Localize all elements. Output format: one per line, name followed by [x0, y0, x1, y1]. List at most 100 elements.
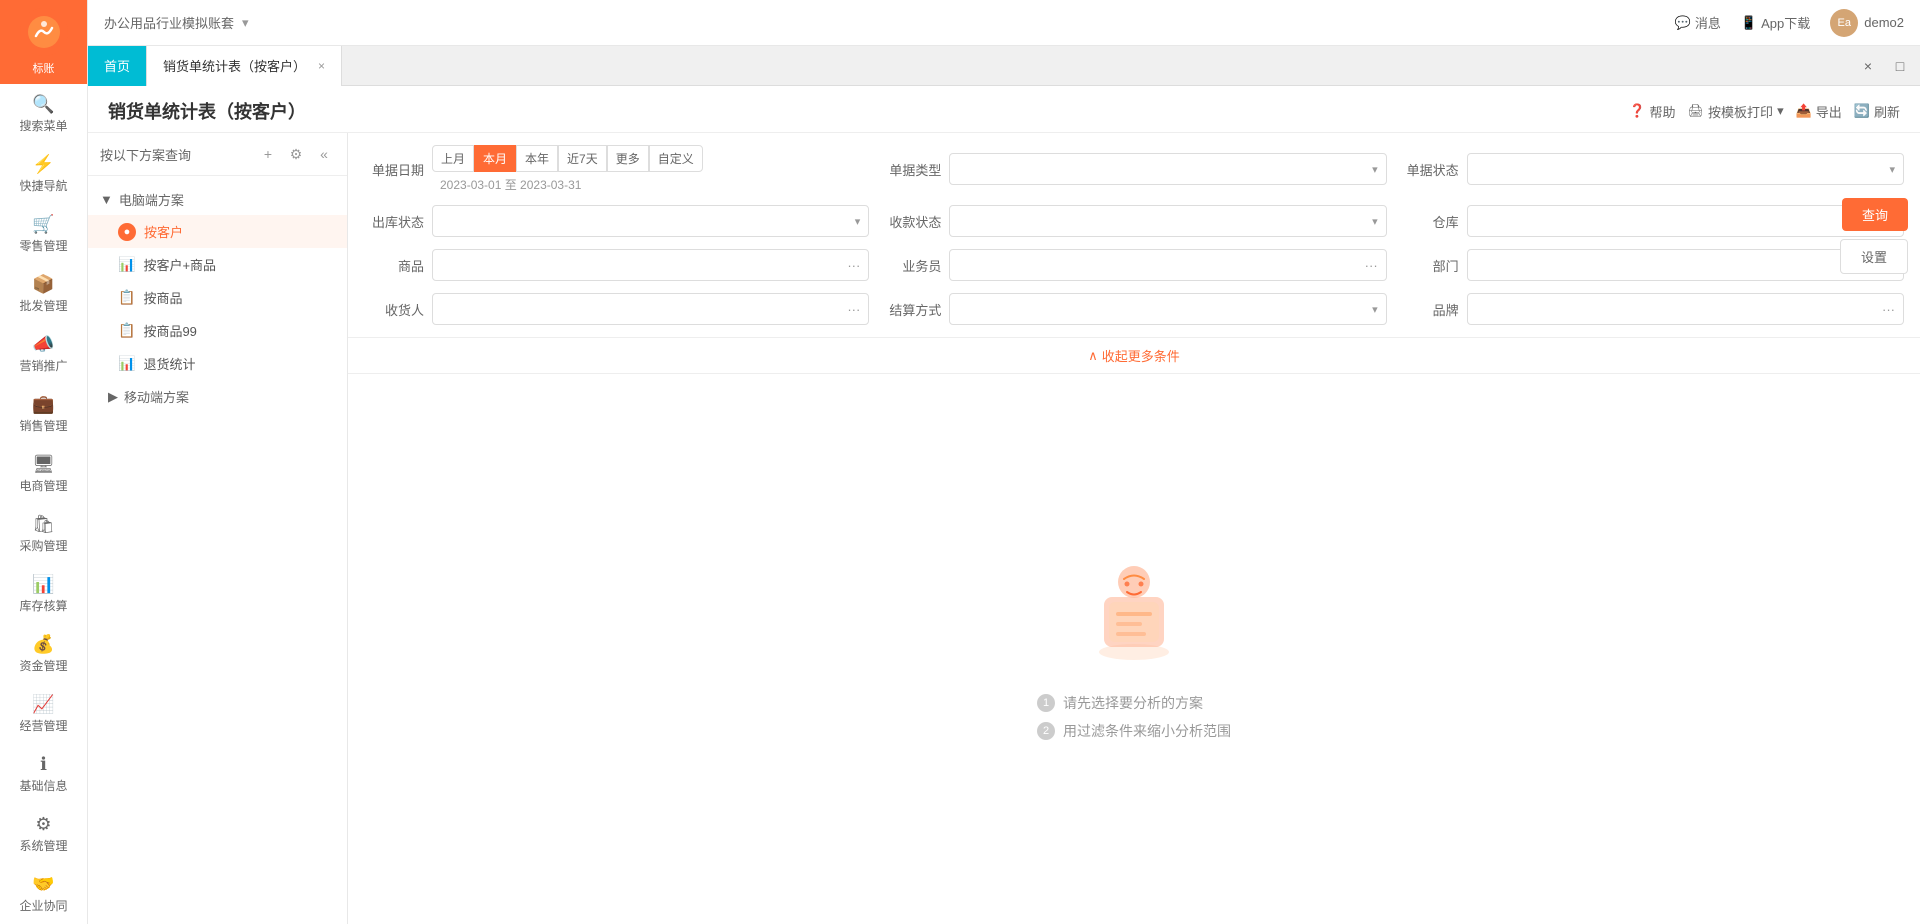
- refresh-icon: 🔄: [1854, 103, 1870, 119]
- by-customer-dot: ●: [118, 223, 136, 241]
- pc-group-header[interactable]: ▼ 电脑端方案: [88, 184, 347, 215]
- staff-input[interactable]: ···: [949, 249, 1386, 281]
- header-title: 办公用品行业模拟账套: [104, 13, 234, 32]
- tree-item-by-goods[interactable]: 📋 按商品: [88, 281, 347, 314]
- message-label: 消息: [1695, 13, 1721, 32]
- period-current-month[interactable]: 本月: [474, 145, 516, 172]
- collapse-icon: «: [320, 146, 328, 162]
- collapse-bar[interactable]: ∧ 收起更多条件: [348, 338, 1920, 374]
- tree-item-by-customer[interactable]: ● 按客户: [88, 215, 347, 248]
- staff-dots: ···: [1365, 258, 1378, 273]
- tree-item-label: 退货统计: [143, 354, 195, 373]
- tree-item-by-goods99[interactable]: 📋 按商品99: [88, 314, 347, 347]
- header-dropdown-btn[interactable]: ▾: [242, 15, 249, 31]
- sidebar-item-management[interactable]: 📈 经营管理: [0, 684, 87, 744]
- sidebar-item-label: 系统管理: [19, 837, 67, 854]
- sidebar-item-label: 基础信息: [19, 777, 67, 794]
- tree-item-by-customer-goods[interactable]: 📊 按客户+商品: [88, 248, 347, 281]
- sidebar-item-retail[interactable]: 🛒 零售管理: [0, 204, 87, 264]
- sidebar-item-wholesale[interactable]: 📦 批发管理: [0, 264, 87, 324]
- message-btn[interactable]: 💬 消息: [1675, 13, 1721, 32]
- sidebar-item-quick-nav[interactable]: ⚡ 快捷导航: [0, 144, 87, 204]
- period-last-7-days[interactable]: 近7天: [558, 145, 607, 172]
- tab-home-label: 首页: [104, 56, 130, 75]
- scheme-settings-btn[interactable]: ⚙: [285, 143, 307, 165]
- help-btn[interactable]: ❓ 帮助: [1629, 102, 1675, 121]
- app-download-btn[interactable]: 📱 App下载: [1741, 13, 1810, 32]
- refresh-btn[interactable]: 🔄 刷新: [1854, 102, 1900, 121]
- period-more[interactable]: 更多: [607, 145, 649, 172]
- template-print-label: 按模板打印: [1708, 102, 1773, 121]
- query-btn[interactable]: 查询: [1842, 198, 1908, 231]
- doc-type-input[interactable]: ▾: [949, 153, 1386, 185]
- app-download-label: App下载: [1761, 13, 1810, 32]
- sidebar-item-label: 库存核算: [19, 597, 67, 614]
- filter-row-1: 单据日期 上月 本月 本年 近7天 更多 自定义: [364, 145, 1904, 193]
- filter-collection-status-cell: 收款状态 ▾: [881, 205, 1386, 237]
- wholesale-icon: 📦: [32, 274, 54, 295]
- sidebar-item-ecommerce[interactable]: 🖥 电商管理: [0, 444, 87, 504]
- filter-receiver-cell: 收货人 ···: [364, 293, 869, 325]
- sidebar-item-label: 搜索菜单: [19, 117, 67, 134]
- tab-maximize-btn[interactable]: □: [1888, 54, 1912, 78]
- sidebar-item-label: 资金管理: [19, 657, 67, 674]
- out-status-input[interactable]: ▾: [432, 205, 869, 237]
- collection-status-label: 收款状态: [881, 212, 941, 231]
- by-goods99-icon: 📋: [118, 322, 135, 339]
- sidebar-item-marketing[interactable]: 📣 营销推广: [0, 324, 87, 384]
- pc-group-label: 电脑端方案: [119, 190, 184, 209]
- filter-section: 单据日期 上月 本月 本年 近7天 更多 自定义: [348, 133, 1920, 338]
- tree-item-label: 按客户: [144, 222, 183, 241]
- sidebar-item-cooperation[interactable]: 🤝 企业协同: [0, 864, 87, 924]
- period-last-month[interactable]: 上月: [432, 145, 474, 172]
- sidebar-item-basic-info[interactable]: ℹ 基础信息: [0, 744, 87, 804]
- date-range-text: 2023-03-01 至 2023-03-31: [440, 176, 869, 193]
- sales-icon: 💼: [32, 394, 54, 415]
- sidebar-item-inventory[interactable]: 📊 库存核算: [0, 564, 87, 624]
- sidebar-nav: 🔍 搜索菜单 ⚡ 快捷导航 🛒 零售管理 📦 批发管理 📣 营销推广 💼 销售管…: [0, 84, 87, 924]
- goods-dots: ···: [847, 258, 860, 273]
- collection-status-input[interactable]: ▾: [949, 205, 1386, 237]
- cooperation-icon: 🤝: [32, 874, 54, 895]
- sidebar-item-label: 销售管理: [19, 417, 67, 434]
- receiver-input[interactable]: ···: [432, 293, 869, 325]
- add-scheme-btn[interactable]: +: [257, 143, 279, 165]
- sidebar-item-system[interactable]: ⚙ 系统管理: [0, 804, 87, 864]
- tab-home[interactable]: 首页: [88, 46, 147, 86]
- tab-bar: 首页 销货单统计表（按客户） × × □: [88, 46, 1920, 86]
- page-actions: ❓ 帮助 🖨 按模板打印 ▾ 📤 导出 🔄 刷新: [1629, 102, 1900, 121]
- sidebar-item-finance[interactable]: 💰 资金管理: [0, 624, 87, 684]
- goods-input[interactable]: ···: [432, 249, 869, 281]
- filter-row-2: 出库状态 ▾ 收款状态 ▾: [364, 205, 1904, 237]
- sidebar-item-label: 批发管理: [19, 297, 67, 314]
- logo-icon: [20, 8, 68, 56]
- finance-icon: 💰: [32, 634, 54, 655]
- warehouse-label: 仓库: [1399, 212, 1459, 231]
- template-print-btn[interactable]: 🖨 按模板打印 ▾: [1688, 102, 1784, 121]
- user-area[interactable]: Ea demo2: [1830, 9, 1904, 37]
- payment-input[interactable]: ▾: [949, 293, 1386, 325]
- collapse-label: 收起更多条件: [1102, 346, 1180, 365]
- maximize-icon: □: [1896, 58, 1904, 74]
- message-icon: 💬: [1675, 15, 1691, 31]
- collapse-panel-btn[interactable]: «: [313, 143, 335, 165]
- tree-item-return-stats[interactable]: 📊 退货统计: [88, 347, 347, 380]
- payment-arrow: ▾: [1372, 303, 1378, 316]
- sidebar-item-sales[interactable]: 💼 销售管理: [0, 384, 87, 444]
- settings-btn[interactable]: 设置: [1840, 239, 1908, 274]
- period-current-year[interactable]: 本年: [516, 145, 558, 172]
- mobile-group: ▶ 移动端方案: [88, 380, 347, 413]
- sidebar-item-search[interactable]: 🔍 搜索菜单: [0, 84, 87, 144]
- staff-label: 业务员: [881, 256, 941, 275]
- right-panel: 单据日期 上月 本月 本年 近7天 更多 自定义: [348, 133, 1920, 924]
- tab-minimize-btn[interactable]: ×: [1856, 54, 1880, 78]
- tab-active[interactable]: 销货单统计表（按客户） ×: [147, 46, 342, 86]
- export-btn[interactable]: 📤 导出: [1796, 102, 1842, 121]
- mobile-group-header[interactable]: ▶ 移动端方案: [88, 380, 347, 413]
- tab-close-btn[interactable]: ×: [318, 59, 325, 73]
- main-content: 按以下方案查询 + ⚙ «: [88, 133, 1920, 924]
- sidebar-item-label: 快捷导航: [19, 177, 67, 194]
- sidebar-item-purchase[interactable]: 🛍 采购管理: [0, 504, 87, 564]
- add-icon: +: [264, 146, 272, 162]
- period-custom[interactable]: 自定义: [649, 145, 703, 172]
